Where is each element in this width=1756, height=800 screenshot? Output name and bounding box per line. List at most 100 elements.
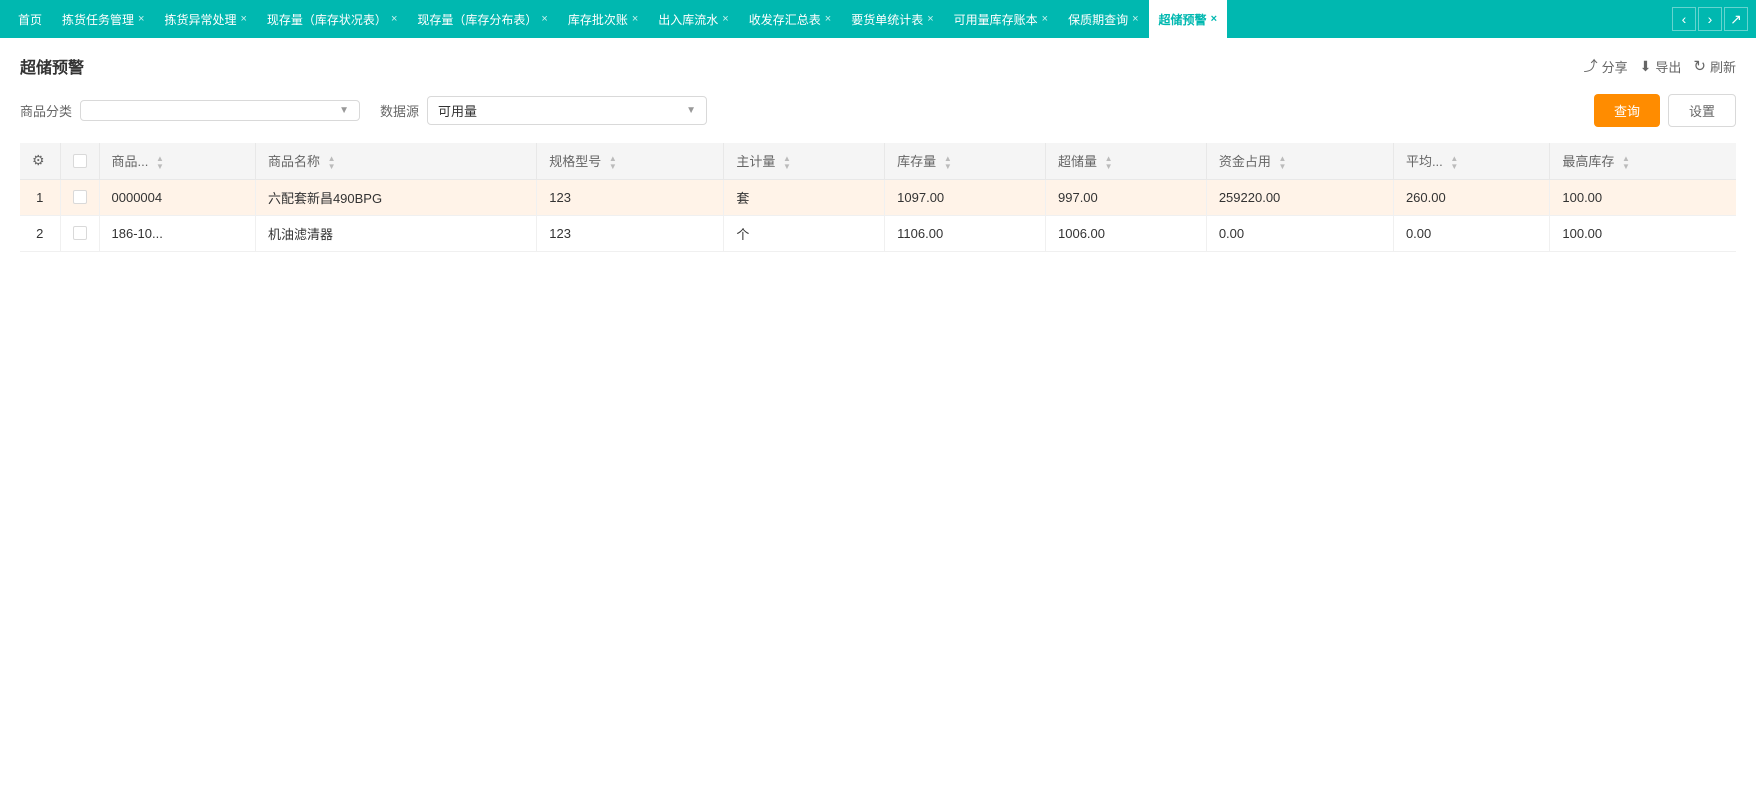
nav-item-task-mgmt[interactable]: 拣货任务管理 × bbox=[52, 0, 154, 38]
nav-prev-button[interactable]: ‹ bbox=[1672, 7, 1696, 31]
nav-item-label: 库存批次账 bbox=[568, 11, 628, 28]
category-label: 商品分类 bbox=[20, 101, 72, 120]
row-checkbox[interactable] bbox=[73, 190, 87, 204]
nav-close-icon[interactable]: × bbox=[240, 13, 246, 25]
nav-close-icon[interactable]: × bbox=[138, 13, 144, 25]
nav-item-label: 拣货任务管理 bbox=[62, 11, 134, 28]
nav-close-icon[interactable]: × bbox=[722, 13, 728, 25]
col-spec-label: 规格型号 bbox=[549, 154, 601, 169]
nav-close-icon[interactable]: × bbox=[927, 13, 933, 25]
nav-close-icon[interactable]: × bbox=[1042, 13, 1048, 25]
nav-item-label: 拣货异常处理 bbox=[164, 11, 236, 28]
nav-close-icon[interactable]: × bbox=[1211, 13, 1217, 25]
col-overstock-label: 超储量 bbox=[1058, 154, 1097, 169]
col-product-code-header: 商品... ▲▼ bbox=[99, 143, 255, 179]
nav-item-label: 可用量库存账本 bbox=[954, 11, 1038, 28]
sort-icon[interactable]: ▲▼ bbox=[1278, 155, 1286, 171]
nav-item-overstock-warning[interactable]: 超储预警 × bbox=[1149, 0, 1227, 38]
nav-expand-button[interactable]: ↗ bbox=[1724, 7, 1748, 31]
export-action[interactable]: ⬇ 导出 bbox=[1640, 57, 1682, 76]
row-product-name: 机油滤清器 bbox=[255, 215, 536, 251]
col-unit-header: 主计量 ▲▼ bbox=[724, 143, 885, 179]
nav-item-order-stats[interactable]: 要货单统计表 × bbox=[841, 0, 943, 38]
col-product-code-label: 商品... bbox=[112, 154, 149, 169]
row-checkbox-cell bbox=[60, 215, 99, 251]
gear-icon[interactable]: ⚙ bbox=[32, 152, 45, 168]
sort-icon[interactable]: ▲▼ bbox=[328, 155, 336, 171]
table-row: 1 0000004 六配套新昌490BPG 123 套 1097.00 997.… bbox=[20, 179, 1736, 215]
col-max-stock-header: 最高库存 ▲▼ bbox=[1550, 143, 1736, 179]
nav-item-home[interactable]: 首页 bbox=[8, 0, 52, 38]
nav-item-quality-check[interactable]: 保质期查询 × bbox=[1058, 0, 1148, 38]
chevron-down-icon: ▼ bbox=[686, 105, 696, 116]
header-checkbox[interactable] bbox=[73, 154, 87, 168]
nav-close-icon[interactable]: × bbox=[391, 13, 397, 25]
row-index: 1 bbox=[20, 179, 60, 215]
col-max-stock-label: 最高库存 bbox=[1562, 154, 1614, 169]
sort-icon[interactable]: ▲▼ bbox=[1450, 155, 1458, 171]
sort-icon[interactable]: ▲▼ bbox=[1622, 155, 1630, 171]
share-action[interactable]: ⤴ 分享 bbox=[1584, 56, 1628, 76]
row-stock: 1106.00 bbox=[885, 215, 1046, 251]
nav-item-recv-send[interactable]: 收发存汇总表 × bbox=[739, 0, 841, 38]
col-capital-label: 资金占用 bbox=[1219, 154, 1271, 169]
table-body: 1 0000004 六配套新昌490BPG 123 套 1097.00 997.… bbox=[20, 179, 1736, 251]
chevron-down-icon: ▼ bbox=[339, 105, 349, 116]
nav-next-button[interactable]: › bbox=[1698, 7, 1722, 31]
sort-icon[interactable]: ▲▼ bbox=[783, 155, 791, 171]
nav-item-label: 超储预警 bbox=[1159, 11, 1207, 28]
refresh-action[interactable]: ↻ 刷新 bbox=[1693, 57, 1736, 76]
datasource-filter: 数据源 可用量 ▼ bbox=[380, 96, 707, 125]
filter-row: 商品分类 ▼ 数据源 可用量 ▼ 查询 设置 bbox=[20, 94, 1736, 127]
filter-actions: 查询 设置 bbox=[1594, 94, 1736, 127]
row-product-name: 六配套新昌490BPG bbox=[255, 179, 536, 215]
page-title: 超储预警 bbox=[20, 54, 84, 78]
row-max-stock: 100.00 bbox=[1550, 179, 1736, 215]
nav-item-available-account[interactable]: 可用量库存账本 × bbox=[944, 0, 1058, 38]
col-avg-label: 平均... bbox=[1406, 154, 1443, 169]
share-label: 分享 bbox=[1602, 57, 1628, 76]
sort-icon[interactable]: ▲▼ bbox=[609, 155, 617, 171]
row-avg: 260.00 bbox=[1393, 179, 1549, 215]
export-label: 导出 bbox=[1655, 57, 1681, 76]
nav-close-icon[interactable]: × bbox=[541, 13, 547, 25]
col-spec-header: 规格型号 ▲▼ bbox=[537, 143, 724, 179]
nav-item-inventory-dist[interactable]: 现存量（库存分布表） × bbox=[407, 0, 557, 38]
table-header: ⚙ 商品... ▲▼ 商品名称 ▲▼ 规格型号 ▲▼ bbox=[20, 143, 1736, 179]
datasource-select[interactable]: 可用量 ▼ bbox=[427, 96, 707, 125]
table-header-row: ⚙ 商品... ▲▼ 商品名称 ▲▼ 规格型号 ▲▼ bbox=[20, 143, 1736, 179]
sort-icon[interactable]: ▲▼ bbox=[1105, 155, 1113, 171]
nav-item-label: 收发存汇总表 bbox=[749, 11, 821, 28]
nav-close-icon[interactable]: × bbox=[632, 13, 638, 25]
col-unit-label: 主计量 bbox=[736, 154, 775, 169]
row-spec: 123 bbox=[537, 179, 724, 215]
query-button[interactable]: 查询 bbox=[1594, 94, 1660, 127]
nav-item-label: 要货单统计表 bbox=[851, 11, 923, 28]
row-checkbox[interactable] bbox=[73, 226, 87, 240]
nav-item-abnormal[interactable]: 拣货异常处理 × bbox=[154, 0, 256, 38]
nav-item-batch-account[interactable]: 库存批次账 × bbox=[558, 0, 648, 38]
row-checkbox-cell bbox=[60, 179, 99, 215]
nav-item-inventory-status[interactable]: 现存量（库存状况表） × bbox=[257, 0, 407, 38]
nav-arrows: ‹ › ↗ bbox=[1670, 7, 1748, 31]
settings-button[interactable]: 设置 bbox=[1668, 94, 1736, 127]
col-stock-label: 库存量 bbox=[897, 154, 936, 169]
row-capital: 0.00 bbox=[1206, 215, 1393, 251]
sort-icon[interactable]: ▲▼ bbox=[944, 155, 952, 171]
category-select[interactable]: ▼ bbox=[80, 100, 360, 121]
col-product-name-header: 商品名称 ▲▼ bbox=[255, 143, 536, 179]
row-overstock: 1006.00 bbox=[1046, 215, 1207, 251]
nav-close-icon[interactable]: × bbox=[825, 13, 831, 25]
nav-item-label: 出入库流水 bbox=[658, 11, 718, 28]
row-unit: 套 bbox=[724, 179, 885, 215]
nav-close-icon[interactable]: × bbox=[1132, 13, 1138, 25]
top-nav: 首页 拣货任务管理 × 拣货异常处理 × 现存量（库存状况表） × 现存量（库存… bbox=[0, 0, 1756, 38]
refresh-icon: ↻ bbox=[1693, 57, 1706, 75]
row-avg: 0.00 bbox=[1393, 215, 1549, 251]
col-overstock-header: 超储量 ▲▼ bbox=[1046, 143, 1207, 179]
datasource-label: 数据源 bbox=[380, 101, 419, 120]
datasource-select-value: 可用量 bbox=[438, 101, 477, 120]
nav-item-in-out-flow[interactable]: 出入库流水 × bbox=[648, 0, 738, 38]
header-actions: ⤴ 分享 ⬇ 导出 ↻ 刷新 bbox=[1584, 56, 1736, 76]
sort-icon[interactable]: ▲▼ bbox=[156, 155, 164, 171]
